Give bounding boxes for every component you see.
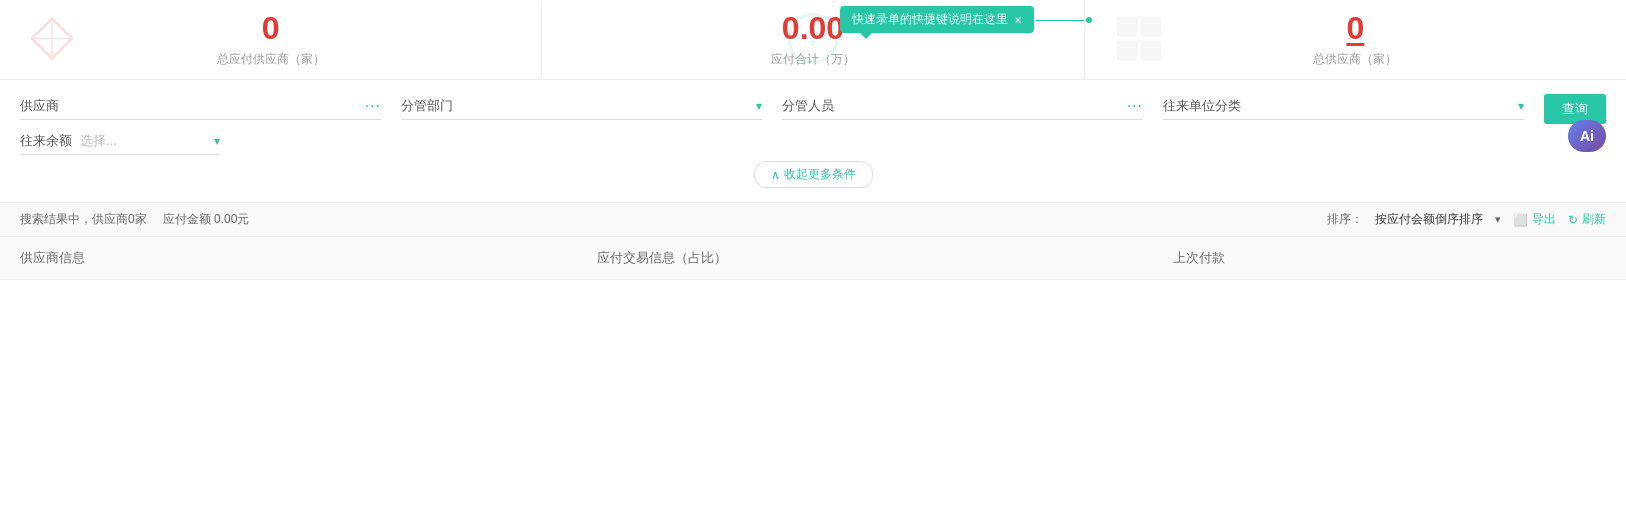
filter-supplier: 供应商 ··· — [20, 97, 381, 120]
total-supplier-count: 0 — [1346, 11, 1364, 46]
supplier-payable-label: 总应付供应商（家） — [217, 51, 325, 68]
top-summary: 0 总应付供应商（家） ¥ 0.00 应付合计（万） 快速录单的快捷键说明在这里… — [0, 0, 1626, 80]
supplier-label: 供应商 — [20, 97, 59, 115]
money-icon: ¥ — [786, 11, 840, 68]
table-header: 供应商信息 应付交易信息（占比） 上次付款 — [0, 237, 1626, 280]
query-button[interactable]: 查询 — [1544, 94, 1606, 124]
table-area: 供应商信息 应付交易信息（占比） 上次付款 — [0, 237, 1626, 515]
total-supplier-label: 总供应商（家） — [1313, 51, 1397, 68]
svg-rect-5 — [1117, 16, 1137, 36]
balance-label: 往来余额 — [20, 132, 72, 150]
results-info: 搜索结果中，供应商0家 应付金额 0.00元 — [20, 211, 249, 228]
svg-rect-8 — [1141, 40, 1161, 60]
filter-department: 分管部门 ▾ — [401, 97, 762, 120]
sort-arrow-icon[interactable]: ▾ — [1495, 213, 1501, 226]
unit-category-input[interactable] — [1249, 98, 1518, 113]
manager-more-icon[interactable]: ··· — [1127, 97, 1143, 115]
amount-result: 应付金额 0.00元 — [163, 211, 250, 228]
tooltip-text: 快速录单的快捷键说明在这里 — [852, 11, 1008, 28]
supplier-payable-count: 0 — [262, 11, 280, 46]
filter-balance: 往来余额 选择... ▾ — [20, 132, 220, 155]
supplier-count-result: 搜索结果中，供应商0家 — [20, 211, 147, 228]
tooltip-line — [1036, 20, 1086, 21]
summary-item-supplier: 0 总应付供应商（家） — [0, 1, 542, 77]
filter-unit-category: 往来单位分类 ▾ — [1163, 97, 1524, 120]
tooltip-dot — [1084, 15, 1094, 25]
diamond-icon — [30, 16, 74, 63]
supplier-input[interactable] — [67, 98, 365, 113]
department-label: 分管部门 — [401, 97, 453, 115]
refresh-icon: ↻ — [1568, 213, 1578, 227]
summary-item-total-supplier: 0 总供应商（家） — [1085, 1, 1626, 77]
col-lastpay-header: 上次付款 — [1173, 249, 1606, 267]
ai-button[interactable]: Ai — [1568, 120, 1606, 152]
grid-icon — [1115, 14, 1163, 65]
filter-manager: 分管人员 ··· — [782, 97, 1143, 120]
department-input[interactable] — [461, 98, 756, 113]
col-supplier-header: 供应商信息 — [20, 249, 597, 267]
export-icon: ⬜ — [1513, 213, 1528, 227]
results-bar: 搜索结果中，供应商0家 应付金额 0.00元 排序： 按应付会额倒序排序 ▾ ⬜… — [0, 203, 1626, 237]
manager-label: 分管人员 — [782, 97, 834, 115]
svg-text:¥: ¥ — [806, 25, 820, 50]
refresh-label: 刷新 — [1582, 211, 1606, 228]
manager-input[interactable] — [842, 98, 1127, 113]
sort-value[interactable]: 按应付会额倒序排序 — [1375, 211, 1483, 228]
department-arrow-icon[interactable]: ▾ — [756, 99, 762, 113]
summary-item-total: ¥ 0.00 应付合计（万） 快速录单的快捷键说明在这里 × — [542, 1, 1084, 77]
filter-row-2: 往来余额 选择... ▾ — [20, 132, 1606, 155]
svg-rect-7 — [1117, 40, 1137, 60]
collapse-button[interactable]: ∧ 收起更多条件 — [754, 161, 873, 188]
export-button[interactable]: ⬜ 导出 — [1513, 211, 1556, 228]
collapse-chevron-icon: ∧ — [771, 168, 780, 182]
refresh-button[interactable]: ↻ 刷新 — [1568, 211, 1606, 228]
table-body — [0, 280, 1626, 515]
sort-label: 排序： — [1327, 211, 1363, 228]
tooltip-close-btn[interactable]: × — [1014, 13, 1022, 27]
unit-category-arrow-icon[interactable]: ▾ — [1518, 99, 1524, 113]
unit-category-label: 往来单位分类 — [1163, 97, 1241, 115]
svg-rect-6 — [1141, 16, 1161, 36]
filter-row-1: 供应商 ··· 分管部门 ▾ 分管人员 ··· 往来单位分类 ▾ 查询 — [20, 92, 1606, 124]
balance-placeholder: 选择... — [80, 132, 214, 150]
filter-area: 供应商 ··· 分管部门 ▾ 分管人员 ··· 往来单位分类 ▾ 查询 往来余额… — [0, 80, 1626, 203]
balance-arrow-icon[interactable]: ▾ — [214, 134, 220, 148]
export-label: 导出 — [1532, 211, 1556, 228]
results-actions: 排序： 按应付会额倒序排序 ▾ ⬜ 导出 ↻ 刷新 — [1327, 211, 1606, 228]
shortcut-tooltip: 快速录单的快捷键说明在这里 × — [840, 6, 1034, 33]
supplier-more-icon[interactable]: ··· — [365, 97, 381, 115]
collapse-label: 收起更多条件 — [784, 166, 856, 183]
col-transaction-header: 应付交易信息（占比） — [597, 249, 1174, 267]
